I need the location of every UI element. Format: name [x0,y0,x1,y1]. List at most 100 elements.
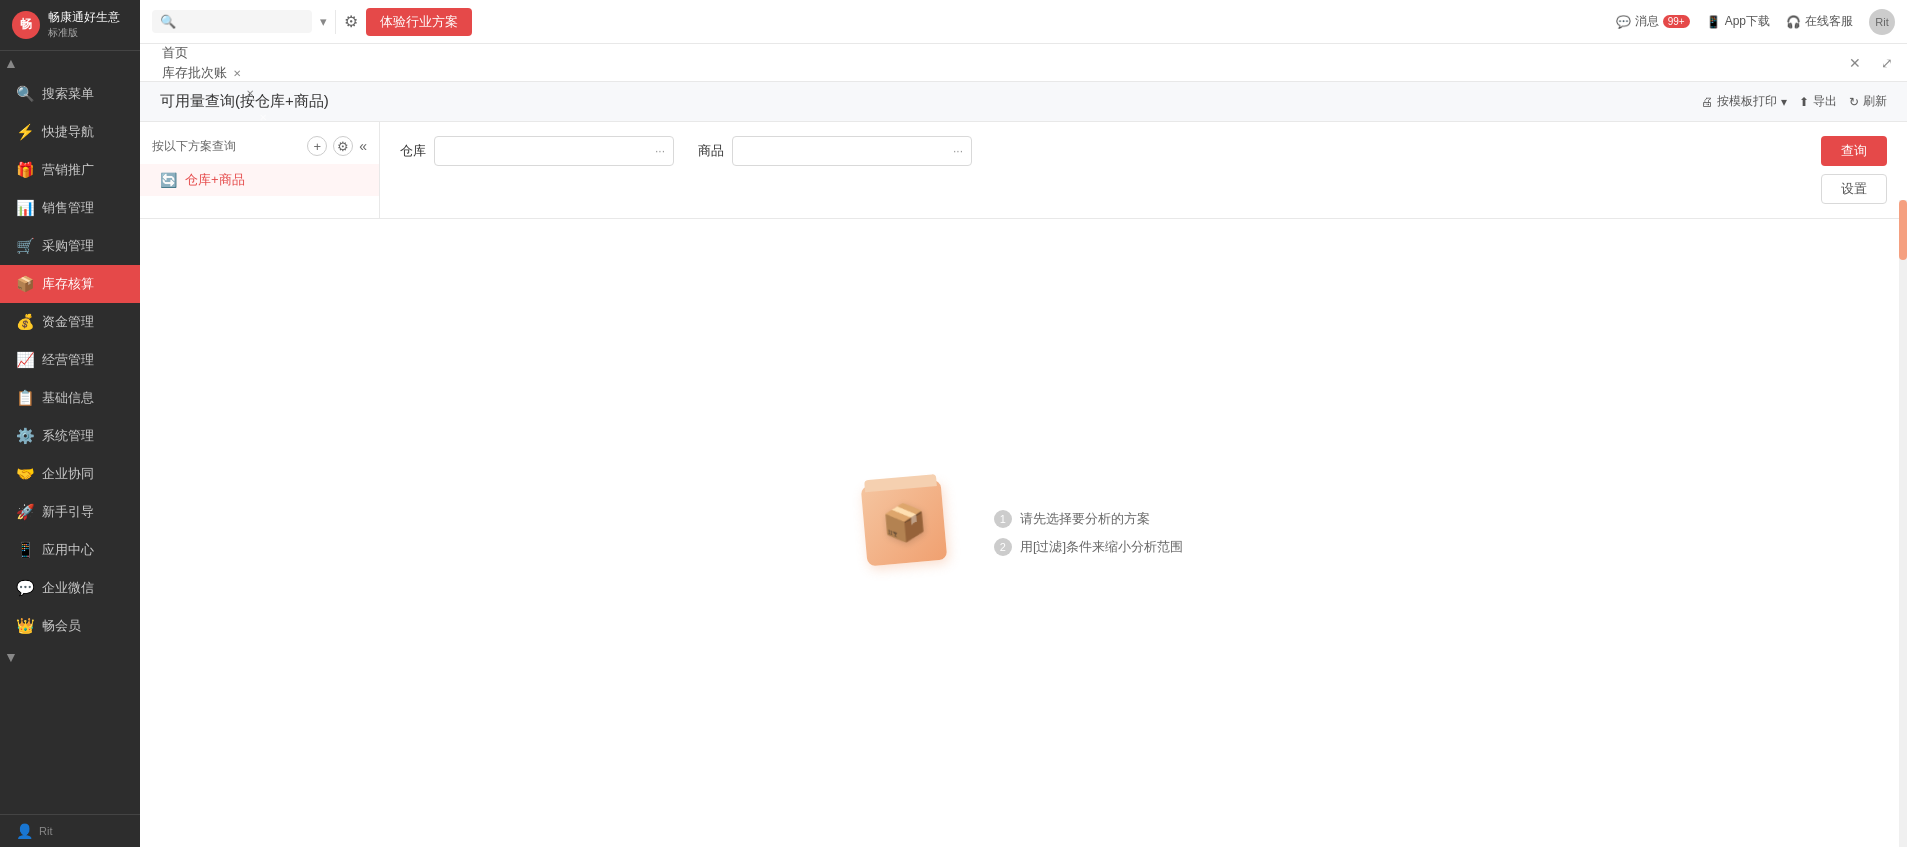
sidebar-label-10: 企业协同 [42,465,94,483]
tab-close-2[interactable]: ✕ [246,88,254,99]
collapse-btn[interactable]: « [359,138,367,154]
sidebar-header: 畅 畅康通好生意 标准版 [0,0,140,51]
online-service-action[interactable]: 🎧 在线客服 [1786,13,1853,30]
tab-1[interactable]: 库存批次账 ✕ [148,64,281,84]
sidebar-label-12: 应用中心 [42,541,94,559]
messages-label: 消息 [1635,13,1659,30]
content-area: 可用量查询(按仓库+商品) 🖨 按模板打印 ▾ ⬆ 导出 ↻ 刷新 [140,82,1907,847]
sidebar-item-快捷导航[interactable]: ⚡ 快捷导航 [0,113,140,151]
sidebar-nav: ▲ 🔍搜索菜单 ⚡ 快捷导航 🎁营销推广📊销售管理🛒采购管理📦库存核算 💰 资金管理 📈经营… [0,51,140,814]
sidebar-item-营销推广[interactable]: 🎁营销推广 [0,151,140,189]
sidebar-item-采购管理[interactable]: 🛒采购管理 [0,227,140,265]
messages-action[interactable]: 💬 消息 99+ [1616,13,1690,30]
headphone-icon: 🎧 [1786,15,1801,29]
print-btn[interactable]: 🖨 按模板打印 ▾ [1701,93,1787,110]
dropdown-arrow[interactable]: ▾ [320,14,327,29]
tab-label-0: 首页 [162,44,188,62]
box-emoji: 📦 [880,500,928,546]
online-service-label: 在线客服 [1805,13,1853,30]
scheme-items: 🔄仓库+商品 [140,164,379,196]
sidebar-item-搜索菜单[interactable]: 🔍搜索菜单 [0,75,140,113]
scheme-item-0[interactable]: 🔄仓库+商品 [140,164,379,196]
close-tab-btn[interactable]: ✕ [1843,51,1867,75]
sidebar-icon-12: 📱 [16,541,34,559]
sidebar-icon-5: 📦 [16,275,34,293]
empty-hint-1: 1 请先选择要分析的方案 [994,510,1183,528]
expand-btn[interactable]: ⤢ [1875,51,1899,75]
message-icon: 💬 [1616,15,1631,29]
sidebar-icon-8: 📋 [16,389,34,407]
right-scrollbar[interactable] [1899,200,1907,847]
refresh-btn[interactable]: ↻ 刷新 [1849,93,1887,110]
sidebar-label-6: 资金管理 [42,313,94,331]
sidebar-item-应用中心[interactable]: 📱 应用中心 [0,531,140,569]
product-more-icon[interactable]: ··· [953,144,963,158]
sidebar: 畅 畅康通好生意 标准版 ▲ 🔍搜索菜单 ⚡ 快捷导航 🎁营销推广📊销售管理🛒采购管理… [0,0,140,847]
tab-0[interactable]: 首页 [148,44,281,64]
sidebar-item-企业微信[interactable]: 💬企业微信 [0,569,140,607]
sidebar-item-系统管理[interactable]: ⚙️ 系统管理 [0,417,140,455]
search-icon: 🔍 [160,14,176,29]
sidebar-icon-11: 🚀 [16,503,34,521]
tab-close-1[interactable]: ✕ [233,68,241,79]
export-btn[interactable]: ⬆ 导出 [1799,93,1837,110]
query-area: 按以下方案查询 + ⚙ « 🔄仓库+商品 仓库 ··· [140,122,1907,219]
sidebar-item-库存核算[interactable]: 📦库存核算 [0,265,140,303]
empty-state: 📦 1 请先选择要分析的方案 2 用[过滤]条件来缩小分析范围 [140,219,1907,847]
setting-btn[interactable]: 设置 [1821,174,1887,204]
product-label: 商品 [698,142,724,160]
sidebar-item-企业协同[interactable]: 🤝 企业协同 [0,455,140,493]
sidebar-icon-10: 🤝 [16,465,34,483]
empty-hint-2: 2 用[过滤]条件来缩小分析范围 [994,538,1183,556]
trial-btn[interactable]: 体验行业方案 [366,8,472,36]
sidebar-label-4: 采购管理 [42,237,94,255]
print-label: 按模板打印 [1717,93,1777,110]
sidebar-icon-6: 💰 [16,313,34,331]
tab-close-3[interactable]: ✕ [259,112,267,123]
query-btn[interactable]: 查询 [1821,136,1887,166]
sidebar-icon-9: ⚙️ [16,427,34,445]
app-download-action[interactable]: 📱 App下载 [1706,13,1770,30]
filter-actions: 查询 设置 [1821,136,1887,204]
tab-label-1: 库存批次账 [162,64,227,82]
tabs-container: 首页库存批次账✕收发存汇总表✕可用量库存账本✕ [148,44,281,81]
sidebar-item-基础信息[interactable]: 📋基础信息 [0,379,140,417]
product-input[interactable]: ··· [732,136,972,166]
sidebar-item-经营管理[interactable]: 📈经营管理 [0,341,140,379]
refresh-icon: ↻ [1849,95,1859,109]
warehouse-label: 仓库 [400,142,426,160]
export-label: 导出 [1813,93,1837,110]
sidebar-icon-2: 🎁 [16,161,34,179]
scroll-down-btn[interactable]: ▼ [0,645,22,669]
app-info: 畅康通好生意 标准版 [48,10,120,40]
empty-box-icon: 📦 [861,480,948,567]
gear-icon[interactable]: ⚙ [344,12,358,31]
search-input[interactable] [180,15,300,29]
sidebar-item-资金管理[interactable]: 💰 资金管理 [0,303,140,341]
tabbar-right: ✕ ⤢ [1843,44,1899,81]
sidebar-footer: 👤 Rit [0,814,140,847]
sidebar-label-0: 搜索菜单 [42,85,94,103]
warehouse-more-icon[interactable]: ··· [655,144,665,158]
sidebar-icon-1: ⚡ [16,123,34,141]
search-box: 🔍 [152,10,312,33]
page-title: 可用量查询(按仓库+商品) [160,92,329,111]
sidebar-label-9: 系统管理 [42,427,94,445]
app-logo: 畅 [12,11,40,39]
app-name: 畅康通好生意 [48,10,120,26]
add-scheme-btn[interactable]: + [307,136,327,156]
sidebar-item-新手引导[interactable]: 🚀新手引导 [0,493,140,531]
user-avatar[interactable]: Rit [1869,9,1895,35]
sidebar-label-1: 快捷导航 [42,123,94,141]
sidebar-item-畅会员[interactable]: 👑畅会员 [0,607,140,645]
app-edition: 标准版 [48,26,120,40]
scheme-panel: 按以下方案查询 + ⚙ « 🔄仓库+商品 [140,122,380,218]
sidebar-icon-3: 📊 [16,199,34,217]
edit-scheme-btn[interactable]: ⚙ [333,136,353,156]
scroll-up-btn[interactable]: ▲ [0,51,22,75]
warehouse-input[interactable]: ··· [434,136,674,166]
sidebar-item-销售管理[interactable]: 📊销售管理 [0,189,140,227]
phone-icon: 📱 [1706,15,1721,29]
scheme-label-0: 仓库+商品 [185,171,245,189]
empty-illustration: 📦 [864,483,964,583]
